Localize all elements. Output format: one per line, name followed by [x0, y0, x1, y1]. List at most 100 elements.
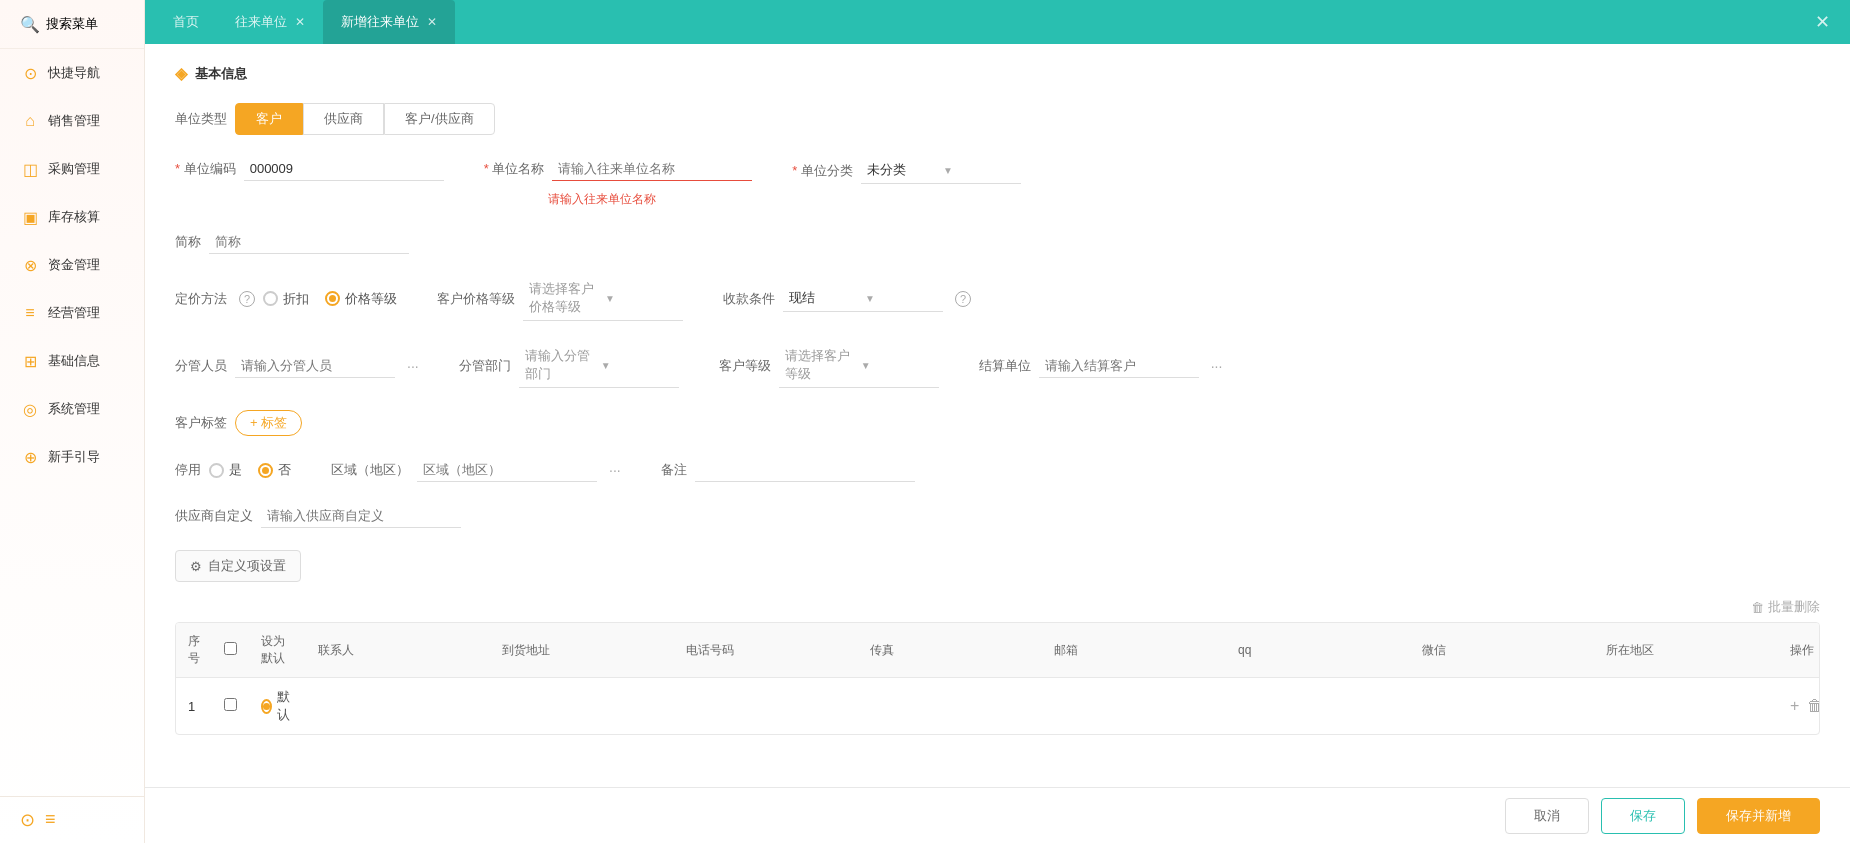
tab-home[interactable]: 首页 [155, 0, 217, 44]
unit-category-value: 未分类 [867, 161, 939, 179]
finance-icon: ⊗ [20, 255, 40, 275]
delete-row-icon[interactable]: 🗑 [1807, 697, 1820, 715]
settlement-more-icon[interactable]: ··· [1211, 358, 1223, 374]
supplier-custom-row: 供应商自定义 [175, 504, 1820, 528]
payment-terms-arrow-icon: ▼ [865, 293, 937, 304]
select-all-checkbox[interactable] [224, 642, 237, 655]
tab-partner-list[interactable]: 往来单位 ✕ [217, 0, 323, 44]
department-select[interactable]: 请输入分管部门 ▼ [519, 343, 679, 388]
type-btn-supplier[interactable]: 供应商 [303, 103, 384, 135]
custom-settings-button[interactable]: ⚙ 自定义项设置 [175, 550, 301, 582]
batch-delete-button[interactable]: 🗑 批量删除 [1751, 598, 1820, 616]
default-radio[interactable]: 默认 [261, 688, 294, 724]
type-btn-customer[interactable]: 客户 [235, 103, 303, 135]
disable-radio-group: 是 否 [209, 461, 291, 479]
payment-help-icon[interactable]: ? [955, 291, 971, 307]
region-more-icon[interactable]: ··· [609, 462, 621, 478]
payment-terms-field: 收款条件 现结 ▼ ? [723, 285, 971, 312]
email-input[interactable] [1054, 695, 1214, 718]
unit-name-input[interactable] [552, 157, 752, 181]
tab-bar-close-button[interactable]: ✕ [1805, 11, 1840, 33]
tab-home-label: 首页 [173, 13, 199, 31]
unit-code-field: 单位编码 [175, 157, 444, 181]
sidebar-bottom-icon-1[interactable]: ⊙ [20, 809, 35, 831]
unit-type-field: 单位类型 客户 供应商 客户/供应商 [175, 103, 495, 135]
th-phone: 电话号码 [674, 623, 858, 678]
th-address: 到货地址 [490, 623, 674, 678]
supplier-custom-input[interactable] [261, 504, 461, 528]
table-row: 1 默认 [176, 678, 1820, 735]
cell-wechat [1410, 678, 1594, 735]
save-button[interactable]: 保存 [1601, 798, 1685, 834]
payment-terms-label: 收款条件 [723, 290, 775, 308]
contact-input[interactable] [318, 695, 478, 718]
sales-icon: ⌂ [20, 111, 40, 131]
customer-level-select[interactable]: 请选择客户等级 ▼ [779, 343, 939, 388]
radio-price-level[interactable]: 价格等级 [325, 290, 397, 308]
radio-yes-label: 是 [229, 461, 242, 479]
add-row-icon[interactable]: + [1790, 697, 1799, 715]
sidebar-search-item[interactable]: 🔍 搜索菜单 [0, 0, 144, 49]
row-checkbox[interactable] [224, 698, 237, 711]
unit-category-select[interactable]: 未分类 ▼ [861, 157, 1021, 184]
qq-input[interactable] [1238, 695, 1398, 718]
sidebar-item-label: 资金管理 [48, 256, 100, 274]
customer-price-level-select[interactable]: 请选择客户价格等级 ▼ [523, 276, 683, 321]
category-arrow-icon: ▼ [943, 165, 1015, 176]
phone-input[interactable] [686, 695, 846, 718]
unit-category-field: 单位分类 未分类 ▼ [792, 157, 1021, 184]
sidebar-item-guide[interactable]: ⊕ 新手引导 [0, 433, 144, 481]
radio-yes-circle [209, 463, 224, 478]
tab-partner-list-close[interactable]: ✕ [295, 15, 305, 29]
payment-terms-select[interactable]: 现结 ▼ [783, 285, 943, 312]
sidebar-item-quick-nav[interactable]: ⊙ 快捷导航 [0, 49, 144, 97]
sidebar-item-label: 快捷导航 [48, 64, 100, 82]
tab-partner-new[interactable]: 新增往来单位 ✕ [323, 0, 455, 44]
sidebar-bottom-icon-2[interactable]: ≡ [45, 809, 56, 831]
address-input[interactable] [502, 695, 662, 718]
sidebar-item-purchase[interactable]: ◫ 采购管理 [0, 145, 144, 193]
manager-more-icon[interactable]: ··· [407, 358, 419, 374]
notes-label: 备注 [661, 461, 687, 479]
sidebar-item-sales[interactable]: ⌂ 销售管理 [0, 97, 144, 145]
sidebar-item-finance[interactable]: ⊗ 资金管理 [0, 241, 144, 289]
manager-input[interactable] [235, 354, 395, 378]
pricing-method-label: 定价方法 [175, 290, 227, 308]
radio-disable-no[interactable]: 否 [258, 461, 291, 479]
pricing-method-field: 定价方法 ? 折扣 价格等级 [175, 290, 397, 308]
fax-input[interactable] [870, 695, 1030, 718]
region-input[interactable] [417, 458, 597, 482]
cell-email [1042, 678, 1226, 735]
quick-nav-icon: ⊙ [20, 63, 40, 83]
region-cell-input[interactable] [1606, 695, 1766, 718]
cancel-button[interactable]: 取消 [1505, 798, 1589, 834]
sidebar-item-inventory[interactable]: ▣ 库存核算 [0, 193, 144, 241]
short-name-input[interactable] [209, 230, 409, 254]
tab-partner-new-close[interactable]: ✕ [427, 15, 437, 29]
price-level-arrow-icon: ▼ [605, 293, 677, 304]
radio-disable-yes[interactable]: 是 [209, 461, 242, 479]
customer-level-arrow-icon: ▼ [861, 360, 933, 371]
custom-settings-label: 自定义项设置 [208, 557, 286, 575]
search-icon: 🔍 [20, 14, 40, 34]
row-action-icons: + 🗑 [1790, 697, 1820, 715]
sidebar-item-operation[interactable]: ≡ 经营管理 [0, 289, 144, 337]
department-field: 分管部门 请输入分管部门 ▼ [459, 343, 679, 388]
contact-table-element: 序号 设为默认 联系人 到货地址 电话号码 传真 邮箱 qq 微信 所在地区 [176, 623, 1820, 734]
pricing-help-icon[interactable]: ? [239, 291, 255, 307]
unit-code-input[interactable] [244, 157, 444, 181]
sidebar-search-label: 搜索菜单 [46, 15, 98, 33]
wechat-input[interactable] [1422, 695, 1582, 718]
unit-code-label: 单位编码 [175, 160, 236, 178]
th-default: 设为默认 [249, 623, 306, 678]
notes-input[interactable] [695, 458, 915, 482]
settlement-unit-input[interactable] [1039, 354, 1199, 378]
save-and-new-button[interactable]: 保存并新增 [1697, 798, 1820, 834]
radio-discount[interactable]: 折扣 [263, 290, 309, 308]
add-tag-button[interactable]: + 标签 [235, 410, 302, 436]
type-btn-both[interactable]: 客户/供应商 [384, 103, 495, 135]
sidebar-item-basic[interactable]: ⊞ 基础信息 [0, 337, 144, 385]
region-field: 区域（地区） ··· [331, 458, 621, 482]
cell-checkbox [212, 678, 249, 735]
sidebar-item-system[interactable]: ◎ 系统管理 [0, 385, 144, 433]
